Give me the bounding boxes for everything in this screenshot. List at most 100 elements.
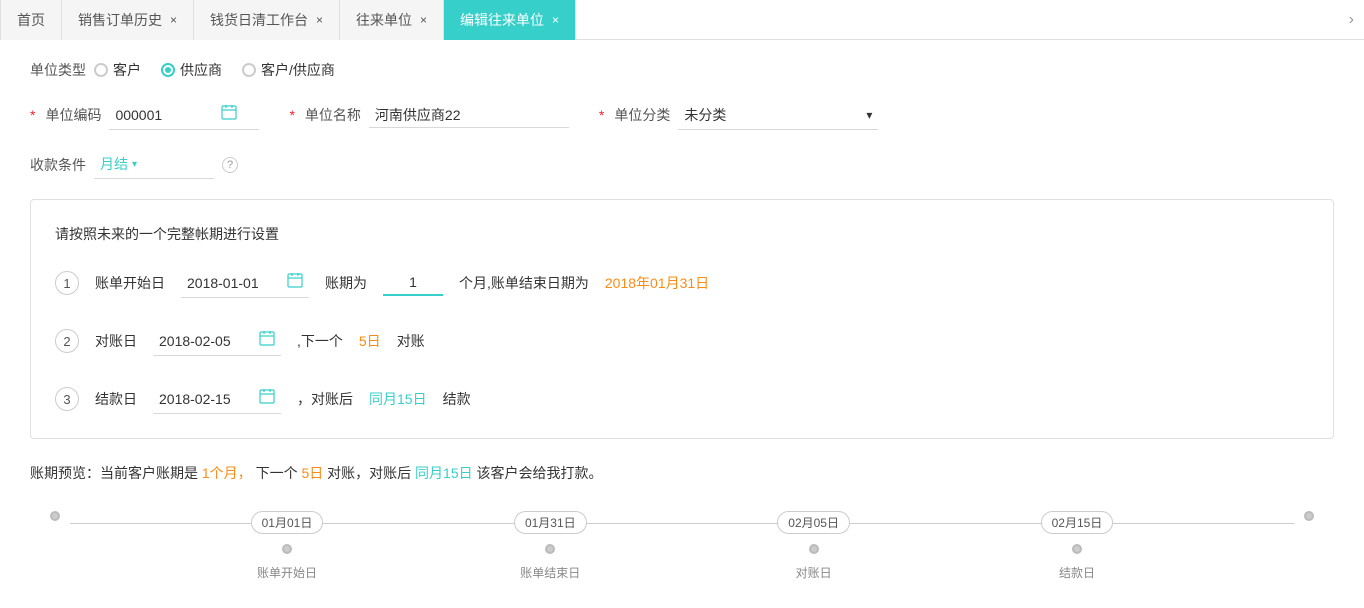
card-row-2-calendar-icon[interactable]: [259, 330, 275, 351]
card-row-2: 2 对账日 ,下一个 5日 对账: [55, 326, 1309, 356]
timeline-label-2: 01月31日: [514, 511, 587, 534]
tab-cashflow[interactable]: 钱货日清工作台 ×: [194, 0, 340, 40]
timeline-sub-3: 对账日: [796, 564, 832, 581]
radio-supplier-circle: [161, 63, 175, 77]
radio-customer-circle: [94, 63, 108, 77]
unit-name-star: *: [289, 107, 294, 123]
preview-highlight3: 同月15日: [415, 465, 473, 481]
settings-card: 请按照未来的一个完整帐期进行设置 1 账单开始日 账期为 个月,账单结束日期为: [30, 199, 1334, 439]
unit-type-label: 单位类型: [30, 60, 86, 80]
unit-category-item: * 单位分类 未分类 ▾: [599, 101, 878, 130]
preview-suffix: 该客户会给我打款。: [477, 465, 603, 481]
unit-code-star: *: [30, 107, 35, 123]
timeline-label-4: 02月15日: [1041, 511, 1114, 534]
unit-name-label: 单位名称: [305, 105, 361, 125]
card-row-3: 3 结款日 ，对账后 同月15日 结款: [55, 384, 1309, 414]
card-row-3-num: 3: [55, 387, 79, 411]
timeline-end-dot: [1304, 511, 1314, 521]
card-row-3-date-input[interactable]: [159, 391, 249, 407]
tab-edit-partner-close[interactable]: ×: [552, 14, 559, 26]
timeline-points: 01月01日 账单开始日 01月31日 账单结束日 02月05日 对账日 02月…: [70, 511, 1294, 581]
timeline-dot-2: [545, 544, 555, 554]
unit-type-row: 单位类型 客户 供应商 客户/供应商: [30, 60, 1334, 80]
payment-terms-item: 收款条件 月结 ▾ ?: [30, 150, 238, 179]
tab-cashflow-close[interactable]: ×: [316, 14, 323, 26]
unit-category-value: 未分类: [684, 105, 866, 125]
preview-middle1: 下一个: [256, 465, 298, 481]
timeline-label-3: 02月05日: [777, 511, 850, 534]
card-row-2-suffix: 对账: [397, 331, 425, 351]
card-row-2-date: [153, 326, 281, 356]
unit-code-input[interactable]: [115, 107, 215, 123]
payment-terms-chevron: ▾: [132, 159, 137, 170]
card-row-1-date-input[interactable]: [187, 275, 277, 291]
unit-name-input[interactable]: [369, 103, 569, 128]
card-row-1-date: [181, 268, 309, 298]
card-row-1-calendar-icon[interactable]: [287, 272, 303, 293]
card-row-3-calendar-icon[interactable]: [259, 388, 275, 409]
card-row-1: 1 账单开始日 账期为 个月,账单结束日期为 2018年01月31日: [55, 268, 1309, 298]
timeline-point-4: 02月15日 结款日: [1041, 511, 1114, 581]
unit-category-select[interactable]: 未分类 ▾: [678, 101, 878, 130]
card-row-1-num: 1: [55, 271, 79, 295]
unit-code-input-wrapper: [109, 100, 259, 130]
timeline-dot-4: [1072, 544, 1082, 554]
tab-sales-history-label: 销售订单历史: [78, 10, 162, 30]
timeline-point-3: 02月05日 对账日: [777, 511, 850, 581]
payment-terms-label: 收款条件: [30, 155, 86, 175]
unit-category-chevron: ▾: [866, 108, 872, 122]
card-row-3-highlight: 同月15日: [369, 389, 427, 409]
card-row-3-prefix: ，对账后: [297, 389, 353, 409]
period-input[interactable]: [383, 270, 443, 296]
radio-supplier[interactable]: 供应商: [161, 60, 222, 80]
card-row-3-label: 结款日: [95, 389, 137, 409]
tab-partners-close[interactable]: ×: [420, 14, 427, 26]
unit-code-label: 单位编码: [45, 105, 101, 125]
tab-sales-history[interactable]: 销售订单历史 ×: [62, 0, 194, 40]
tab-home-label: 首页: [17, 10, 45, 30]
radio-both-label: 客户/供应商: [261, 60, 335, 80]
payment-terms-row: 收款条件 月结 ▾ ?: [30, 150, 1334, 179]
card-row-3-date: [153, 384, 281, 414]
unit-category-star: *: [599, 107, 604, 123]
preview-highlight1: 1个月，: [202, 465, 252, 481]
tab-bar: 首页 销售订单历史 × 钱货日清工作台 × 往来单位 × 编辑往来单位 × ›: [0, 0, 1364, 40]
unit-code-calendar-icon[interactable]: [221, 104, 237, 125]
radio-both-circle: [242, 63, 256, 77]
timeline-dot-1: [282, 544, 292, 554]
timeline-sub-1: 账单开始日: [257, 564, 317, 581]
unit-name-item: * 单位名称: [289, 103, 568, 128]
preview-section: 账期预览：当前客户账期是 1个月， 下一个 5日 对账，对账后 同月15日 该客…: [30, 447, 1334, 581]
payment-terms-select[interactable]: 月结 ▾: [94, 150, 214, 179]
tab-home[interactable]: 首页: [0, 0, 62, 40]
radio-both[interactable]: 客户/供应商: [242, 60, 335, 80]
card-row-2-date-input[interactable]: [159, 333, 249, 349]
timeline-dot-3: [809, 544, 819, 554]
tab-sales-history-close[interactable]: ×: [170, 14, 177, 26]
timeline: 01月01日 账单开始日 01月31日 账单结束日 02月05日 对账日 02月…: [30, 511, 1334, 581]
card-row-2-num: 2: [55, 329, 79, 353]
preview-text: 账期预览：当前客户账期是 1个月， 下一个 5日 对账，对账后 同月15日 该客…: [30, 463, 1334, 483]
timeline-sub-2: 账单结束日: [520, 564, 580, 581]
unit-code-item: * 单位编码: [30, 100, 259, 130]
tab-partners-label: 往来单位: [356, 10, 412, 30]
card-title: 请按照未来的一个完整帐期进行设置: [55, 224, 1309, 244]
tab-more-button[interactable]: ›: [1339, 0, 1364, 40]
payment-terms-help[interactable]: ?: [222, 157, 238, 173]
radio-customer-label: 客户: [113, 60, 141, 80]
radio-customer[interactable]: 客户: [94, 60, 141, 80]
card-row-1-label: 账单开始日: [95, 273, 165, 293]
preview-prefix: 账期预览：当前客户账期是: [30, 465, 198, 481]
card-row-2-prefix: ,下一个: [297, 331, 343, 351]
card-row-1-prefix: 账期为: [325, 273, 367, 293]
tab-partners[interactable]: 往来单位 ×: [340, 0, 444, 40]
unit-info-row: * 单位编码 * 单位名称 * 单位分类: [30, 100, 1334, 130]
preview-highlight2: 5日: [301, 465, 323, 481]
tab-edit-partner[interactable]: 编辑往来单位 ×: [444, 0, 576, 40]
preview-middle2: 对账，对账后: [327, 465, 411, 481]
page-content: 单位类型 客户 供应商 客户/供应商 * 单位编码: [0, 40, 1364, 608]
timeline-sub-4: 结款日: [1059, 564, 1095, 581]
card-row-2-label: 对账日: [95, 331, 137, 351]
tab-cashflow-label: 钱货日清工作台: [210, 10, 308, 30]
payment-terms-value: 月结: [100, 154, 128, 174]
